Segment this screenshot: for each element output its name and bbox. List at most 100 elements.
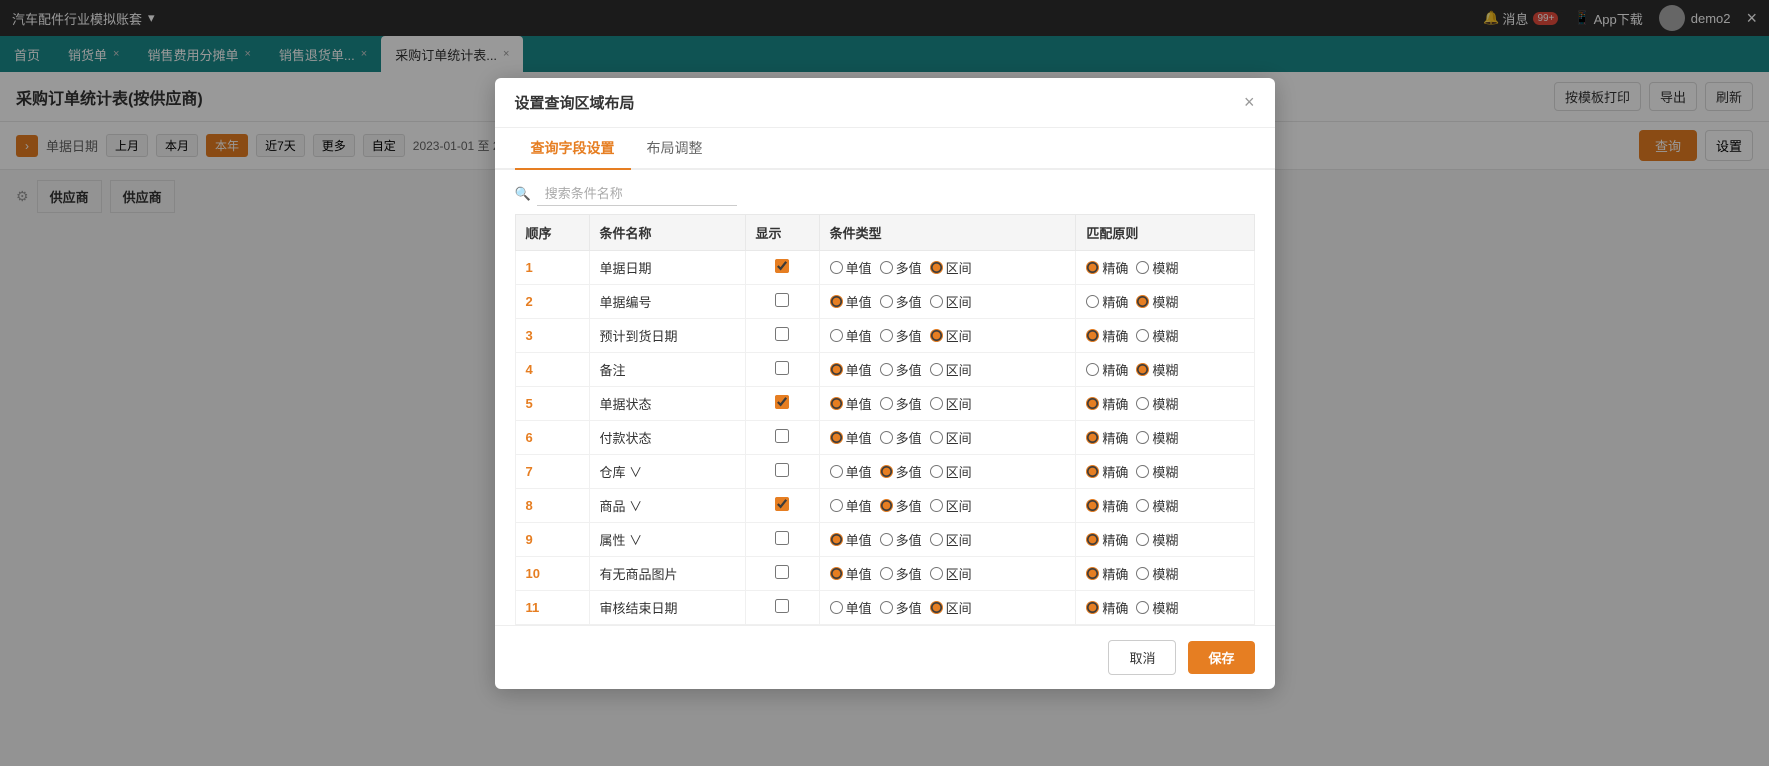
row-match-2[interactable]: 精确模糊: [1076, 318, 1254, 352]
type-option-单值-8[interactable]: 单值: [830, 530, 872, 549]
row-display-5[interactable]: [745, 420, 819, 454]
row-display-7[interactable]: [745, 488, 819, 522]
save-btn[interactable]: 保存: [1188, 641, 1254, 674]
type-option-多值-9[interactable]: 多值: [880, 564, 922, 583]
row-type-7[interactable]: 单值多值区间: [819, 488, 1076, 522]
match-option-精确-8[interactable]: 精确: [1086, 530, 1128, 549]
display-checkbox-3[interactable]: [775, 361, 789, 375]
match-option-模糊-0[interactable]: 模糊: [1136, 258, 1178, 277]
type-option-区间-10[interactable]: 区间: [930, 598, 972, 617]
type-option-区间-3[interactable]: 区间: [930, 360, 972, 379]
row-type-1[interactable]: 单值多值区间: [819, 284, 1076, 318]
match-option-模糊-6[interactable]: 模糊: [1136, 462, 1178, 481]
display-checkbox-4[interactable]: [775, 395, 789, 409]
row-type-0[interactable]: 单值多值区间: [819, 250, 1076, 284]
type-option-多值-10[interactable]: 多值: [880, 598, 922, 617]
condition-search-input[interactable]: [537, 182, 737, 206]
display-checkbox-9[interactable]: [775, 565, 789, 579]
type-option-多值-3[interactable]: 多值: [880, 360, 922, 379]
match-option-精确-1[interactable]: 精确: [1086, 292, 1128, 311]
type-option-单值-1[interactable]: 单值: [830, 292, 872, 311]
match-option-模糊-2[interactable]: 模糊: [1136, 326, 1178, 345]
row-match-5[interactable]: 精确模糊: [1076, 420, 1254, 454]
display-checkbox-1[interactable]: [775, 293, 789, 307]
type-option-单值-6[interactable]: 单值: [830, 462, 872, 481]
type-option-多值-0[interactable]: 多值: [880, 258, 922, 277]
row-display-10[interactable]: [745, 590, 819, 624]
type-option-多值-6[interactable]: 多值: [880, 462, 922, 481]
row-match-0[interactable]: 精确模糊: [1076, 250, 1254, 284]
match-option-模糊-9[interactable]: 模糊: [1136, 564, 1178, 583]
row-display-1[interactable]: [745, 284, 819, 318]
match-option-精确-6[interactable]: 精确: [1086, 462, 1128, 481]
row-type-8[interactable]: 单值多值区间: [819, 522, 1076, 556]
row-display-2[interactable]: [745, 318, 819, 352]
tab-layout-adjust[interactable]: 布局调整: [631, 128, 719, 170]
type-option-单值-9[interactable]: 单值: [830, 564, 872, 583]
modal-close-btn[interactable]: ×: [1244, 92, 1255, 113]
type-option-多值-5[interactable]: 多值: [880, 428, 922, 447]
row-match-4[interactable]: 精确模糊: [1076, 386, 1254, 420]
match-option-模糊-10[interactable]: 模糊: [1136, 598, 1178, 617]
match-option-模糊-4[interactable]: 模糊: [1136, 394, 1178, 413]
tab-query-fields[interactable]: 查询字段设置: [515, 128, 631, 170]
display-checkbox-8[interactable]: [775, 531, 789, 545]
row-display-6[interactable]: [745, 454, 819, 488]
type-option-单值-2[interactable]: 单值: [830, 326, 872, 345]
type-option-区间-9[interactable]: 区间: [930, 564, 972, 583]
type-option-单值-5[interactable]: 单值: [830, 428, 872, 447]
type-option-多值-7[interactable]: 多值: [880, 496, 922, 515]
type-option-区间-1[interactable]: 区间: [930, 292, 972, 311]
match-option-模糊-5[interactable]: 模糊: [1136, 428, 1178, 447]
type-option-单值-0[interactable]: 单值: [830, 258, 872, 277]
row-match-6[interactable]: 精确模糊: [1076, 454, 1254, 488]
match-option-精确-0[interactable]: 精确: [1086, 258, 1128, 277]
row-display-9[interactable]: [745, 556, 819, 590]
display-checkbox-5[interactable]: [775, 429, 789, 443]
match-option-精确-2[interactable]: 精确: [1086, 326, 1128, 345]
match-option-精确-4[interactable]: 精确: [1086, 394, 1128, 413]
row-match-7[interactable]: 精确模糊: [1076, 488, 1254, 522]
match-option-模糊-3[interactable]: 模糊: [1136, 360, 1178, 379]
type-option-区间-7[interactable]: 区间: [930, 496, 972, 515]
type-option-单值-3[interactable]: 单值: [830, 360, 872, 379]
row-match-10[interactable]: 精确模糊: [1076, 590, 1254, 624]
match-option-模糊-7[interactable]: 模糊: [1136, 496, 1178, 515]
row-type-2[interactable]: 单值多值区间: [819, 318, 1076, 352]
display-checkbox-2[interactable]: [775, 327, 789, 341]
display-checkbox-7[interactable]: [775, 497, 789, 511]
row-match-9[interactable]: 精确模糊: [1076, 556, 1254, 590]
match-option-模糊-8[interactable]: 模糊: [1136, 530, 1178, 549]
match-option-精确-5[interactable]: 精确: [1086, 428, 1128, 447]
row-match-3[interactable]: 精确模糊: [1076, 352, 1254, 386]
display-checkbox-6[interactable]: [775, 463, 789, 477]
row-type-5[interactable]: 单值多值区间: [819, 420, 1076, 454]
row-display-4[interactable]: [745, 386, 819, 420]
row-type-9[interactable]: 单值多值区间: [819, 556, 1076, 590]
type-option-单值-4[interactable]: 单值: [830, 394, 872, 413]
match-option-精确-9[interactable]: 精确: [1086, 564, 1128, 583]
type-option-区间-0[interactable]: 区间: [930, 258, 972, 277]
row-display-0[interactable]: [745, 250, 819, 284]
display-checkbox-10[interactable]: [775, 599, 789, 613]
row-match-1[interactable]: 精确模糊: [1076, 284, 1254, 318]
row-match-8[interactable]: 精确模糊: [1076, 522, 1254, 556]
type-option-区间-8[interactable]: 区间: [930, 530, 972, 549]
type-option-区间-6[interactable]: 区间: [930, 462, 972, 481]
row-type-10[interactable]: 单值多值区间: [819, 590, 1076, 624]
match-option-精确-10[interactable]: 精确: [1086, 598, 1128, 617]
row-type-4[interactable]: 单值多值区间: [819, 386, 1076, 420]
type-option-单值-10[interactable]: 单值: [830, 598, 872, 617]
type-option-多值-2[interactable]: 多值: [880, 326, 922, 345]
cancel-btn[interactable]: 取消: [1108, 640, 1176, 675]
row-type-6[interactable]: 单值多值区间: [819, 454, 1076, 488]
match-option-精确-3[interactable]: 精确: [1086, 360, 1128, 379]
row-type-3[interactable]: 单值多值区间: [819, 352, 1076, 386]
row-display-8[interactable]: [745, 522, 819, 556]
type-option-多值-1[interactable]: 多值: [880, 292, 922, 311]
row-display-3[interactable]: [745, 352, 819, 386]
type-option-区间-2[interactable]: 区间: [930, 326, 972, 345]
match-option-模糊-1[interactable]: 模糊: [1136, 292, 1178, 311]
type-option-多值-4[interactable]: 多值: [880, 394, 922, 413]
type-option-单值-7[interactable]: 单值: [830, 496, 872, 515]
